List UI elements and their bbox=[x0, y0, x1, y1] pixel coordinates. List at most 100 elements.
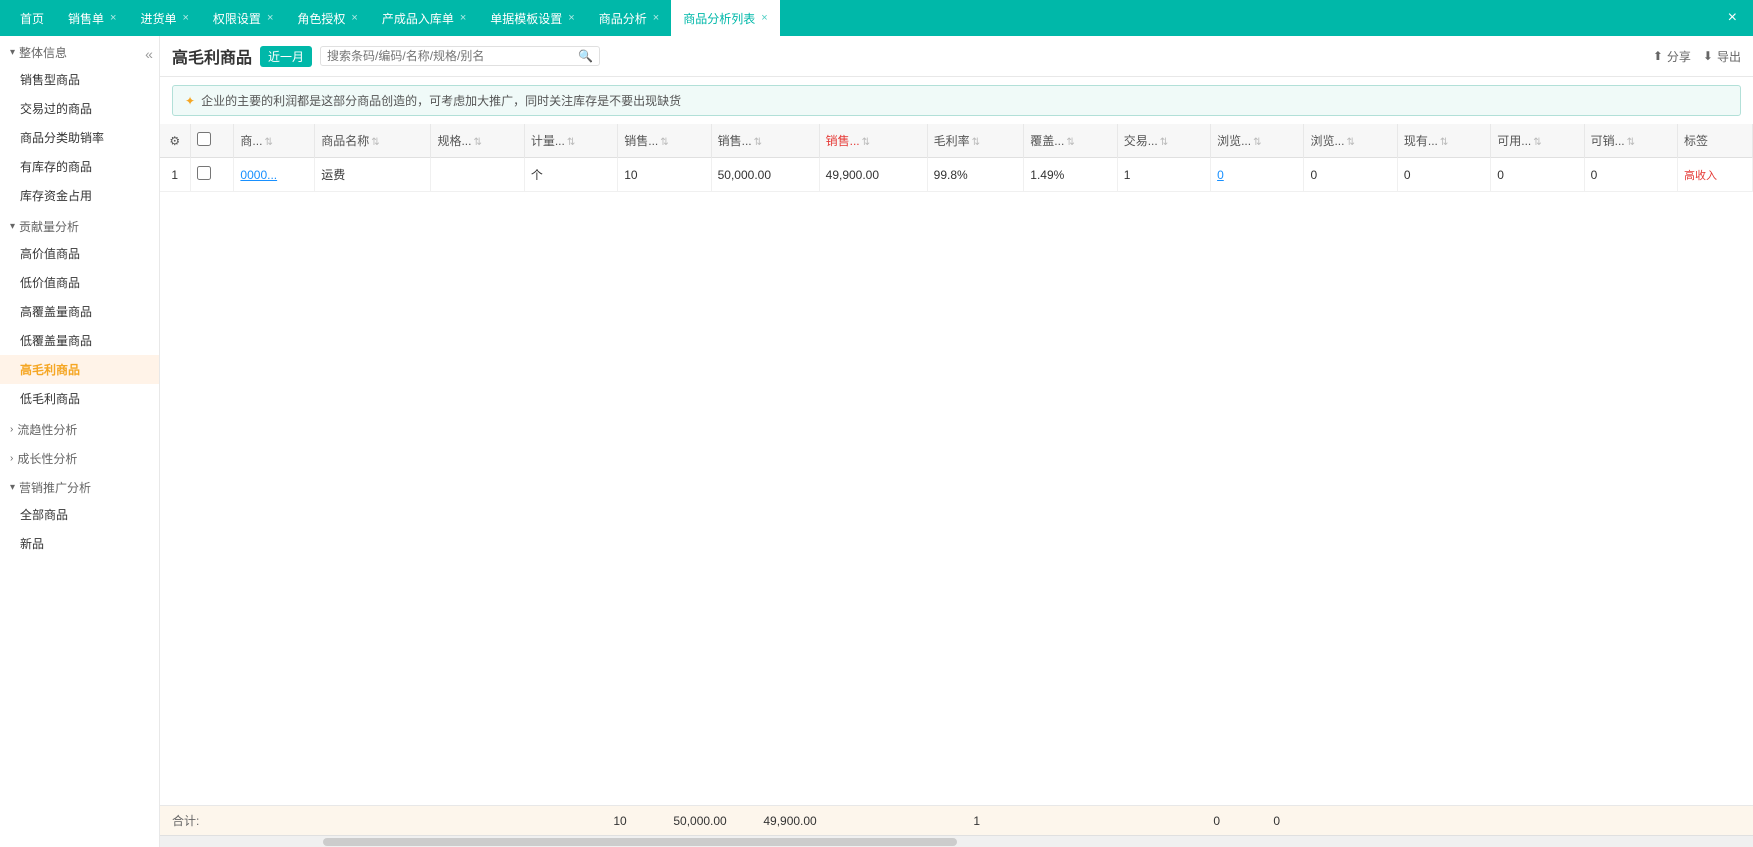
close-role-tab[interactable]: × bbox=[351, 12, 357, 24]
sidebar-group-trend[interactable]: › 流趋性分析 bbox=[0, 413, 159, 442]
cell-gross-rate: 99.8% bbox=[927, 158, 1024, 192]
time-filter-button[interactable]: 近一月 bbox=[260, 46, 312, 67]
cell-trade: 1 bbox=[1117, 158, 1210, 192]
col-sale-qty[interactable]: 销售...⇅ bbox=[618, 124, 711, 158]
footer-cell-empty4 bbox=[347, 814, 487, 828]
col-browse2[interactable]: 浏览...⇅ bbox=[1304, 124, 1397, 158]
col-settings[interactable]: ⚙ bbox=[160, 124, 190, 158]
nav-item-analysis-list[interactable]: 商品分析列表 × bbox=[671, 0, 779, 36]
close-template-tab[interactable]: × bbox=[568, 12, 574, 24]
sidebar-item-high-value[interactable]: 高价值商品 bbox=[0, 239, 159, 268]
footer-trade: 1 bbox=[967, 814, 1027, 828]
col-spec[interactable]: 规格...⇅ bbox=[431, 124, 524, 158]
sidebar-item-low-margin[interactable]: 低毛利商品 bbox=[0, 384, 159, 413]
cell-current: 0 bbox=[1397, 158, 1490, 192]
sidebar-item-sales-goods[interactable]: 销售型商品 bbox=[0, 65, 159, 94]
sidebar-item-category-rate[interactable]: 商品分类助销率 bbox=[0, 123, 159, 152]
cell-saleable: 0 bbox=[1584, 158, 1677, 192]
col-current[interactable]: 现有...⇅ bbox=[1397, 124, 1490, 158]
share-icon: ⬆ bbox=[1653, 49, 1663, 63]
footer-saleable: 0 bbox=[1267, 814, 1327, 828]
sidebar-item-high-margin[interactable]: 高毛利商品 bbox=[0, 355, 159, 384]
cell-code[interactable]: 0000... bbox=[234, 158, 315, 192]
footer-total: 合计: 10 50,000.00 49,900.00 1 bbox=[160, 805, 1753, 835]
close-analysis-list-tab[interactable]: × bbox=[761, 12, 767, 24]
col-gross-rate[interactable]: 毛利率⇅ bbox=[927, 124, 1024, 158]
sidebar-item-in-stock[interactable]: 有库存的商品 bbox=[0, 152, 159, 181]
search-icon[interactable]: 🔍 bbox=[578, 49, 593, 63]
close-product-inbound-tab[interactable]: × bbox=[460, 12, 466, 24]
share-button[interactable]: ⬆ 分享 bbox=[1653, 48, 1691, 65]
sidebar-group-overview[interactable]: ▾ 整体信息 bbox=[0, 36, 159, 65]
cell-sale-qty: 10 bbox=[618, 158, 711, 192]
sidebar-item-low-coverage[interactable]: 低覆盖量商品 bbox=[0, 326, 159, 355]
close-purchase-tab[interactable]: × bbox=[182, 12, 188, 24]
col-checkbox bbox=[190, 124, 234, 158]
footer-cell-empty6 bbox=[547, 814, 607, 828]
sidebar-group-contribution[interactable]: ▾ 贡献量分析 bbox=[0, 210, 159, 239]
info-banner: ✦ 企业的主要的利润都是这部分商品创造的，可考虑加大推广，同时关注库存是不要出现… bbox=[172, 85, 1741, 116]
nav-item-role[interactable]: 角色授权 × bbox=[285, 0, 369, 36]
close-analysis-tab[interactable]: × bbox=[653, 12, 659, 24]
nav-item-home[interactable]: 首页 bbox=[8, 0, 56, 36]
sidebar-item-traded-goods[interactable]: 交易过的商品 bbox=[0, 94, 159, 123]
close-sales-tab[interactable]: × bbox=[110, 12, 116, 24]
select-all-checkbox[interactable] bbox=[197, 132, 211, 146]
nav-close-button[interactable]: × bbox=[1720, 9, 1745, 27]
nav-item-permission[interactable]: 权限设置 × bbox=[201, 0, 285, 36]
cell-sale-profit: 49,900.00 bbox=[819, 158, 927, 192]
nav-item-purchase[interactable]: 进货单 × bbox=[128, 0, 200, 36]
cell-no: 1 bbox=[160, 158, 190, 192]
sidebar-item-high-coverage[interactable]: 高覆盖量商品 bbox=[0, 297, 159, 326]
sidebar-group-growth[interactable]: › 成长性分析 bbox=[0, 442, 159, 471]
footer-empty-coverage bbox=[907, 814, 967, 828]
arrow-icon-3: › bbox=[10, 424, 13, 435]
content-header: 高毛利商品 近一月 🔍 ⬆ 分享 ⬇ 导出 bbox=[160, 36, 1753, 77]
col-unit[interactable]: 计量...⇅ bbox=[524, 124, 617, 158]
scrollbar-thumb[interactable] bbox=[323, 838, 957, 846]
header-actions: ⬆ 分享 ⬇ 导出 bbox=[1653, 48, 1741, 65]
nav-item-product-inbound[interactable]: 产成品入库单 × bbox=[370, 0, 478, 36]
col-code[interactable]: 商...⇅ bbox=[234, 124, 315, 158]
row-checkbox[interactable] bbox=[197, 166, 211, 180]
sidebar-item-new-goods[interactable]: 新品 bbox=[0, 529, 159, 558]
col-browse1[interactable]: 浏览...⇅ bbox=[1211, 124, 1304, 158]
arrow-icon-2: ▾ bbox=[10, 221, 15, 232]
bottom-scrollbar[interactable] bbox=[160, 835, 1753, 847]
col-available[interactable]: 可用...⇅ bbox=[1491, 124, 1584, 158]
col-name[interactable]: 商品名称⇅ bbox=[315, 124, 431, 158]
sidebar-item-inventory-capital[interactable]: 库存资金占用 bbox=[0, 181, 159, 210]
nav-item-template[interactable]: 单据模板设置 × bbox=[478, 0, 586, 36]
sidebar-item-all-goods[interactable]: 全部商品 bbox=[0, 500, 159, 529]
col-saleable[interactable]: 可销...⇅ bbox=[1584, 124, 1677, 158]
sidebar-collapse-button[interactable]: « bbox=[139, 44, 159, 64]
table-wrapper: ⚙ 商...⇅ 商品名称⇅ 规格...⇅ 计量...⇅ 销售...⇅ 销售...… bbox=[160, 124, 1753, 805]
cell-browse1[interactable]: 0 bbox=[1211, 158, 1304, 192]
page-title: 高毛利商品 bbox=[172, 44, 252, 68]
col-sale-profit[interactable]: 销售...⇅ bbox=[819, 124, 927, 158]
col-sale-amount[interactable]: 销售...⇅ bbox=[711, 124, 819, 158]
footer-cell-empty5 bbox=[487, 814, 547, 828]
footer-empty-gross bbox=[847, 814, 907, 828]
cell-available: 0 bbox=[1491, 158, 1584, 192]
sidebar: « ▾ 整体信息 销售型商品 交易过的商品 商品分类助销率 有库存的商品 库存资… bbox=[0, 36, 160, 847]
nav-item-product-analysis[interactable]: 商品分析 × bbox=[587, 0, 671, 36]
col-tag[interactable]: 标签 bbox=[1678, 124, 1753, 158]
export-button[interactable]: ⬇ 导出 bbox=[1703, 48, 1741, 65]
search-input[interactable] bbox=[327, 49, 574, 63]
col-trade[interactable]: 交易...⇅ bbox=[1117, 124, 1210, 158]
close-permission-tab[interactable]: × bbox=[267, 12, 273, 24]
footer-sale-qty: 10 bbox=[607, 814, 667, 828]
cell-sale-amount: 50,000.00 bbox=[711, 158, 819, 192]
sidebar-group-marketing[interactable]: ▾ 营销推广分析 bbox=[0, 471, 159, 500]
footer-cell-empty1 bbox=[207, 814, 237, 828]
footer-current bbox=[1147, 814, 1207, 828]
table-header-row: ⚙ 商...⇅ 商品名称⇅ 规格...⇅ 计量...⇅ 销售...⇅ 销售...… bbox=[160, 124, 1753, 158]
nav-item-sales[interactable]: 销售单 × bbox=[56, 0, 128, 36]
cell-unit: 个 bbox=[524, 158, 617, 192]
sidebar-item-low-value[interactable]: 低价值商品 bbox=[0, 268, 159, 297]
col-coverage[interactable]: 覆盖...⇅ bbox=[1024, 124, 1117, 158]
cell-spec bbox=[431, 158, 524, 192]
arrow-icon-5: ▾ bbox=[10, 482, 15, 493]
table-row: 1 0000... 运费 个 10 50,000.00 49,900.00 99… bbox=[160, 158, 1753, 192]
